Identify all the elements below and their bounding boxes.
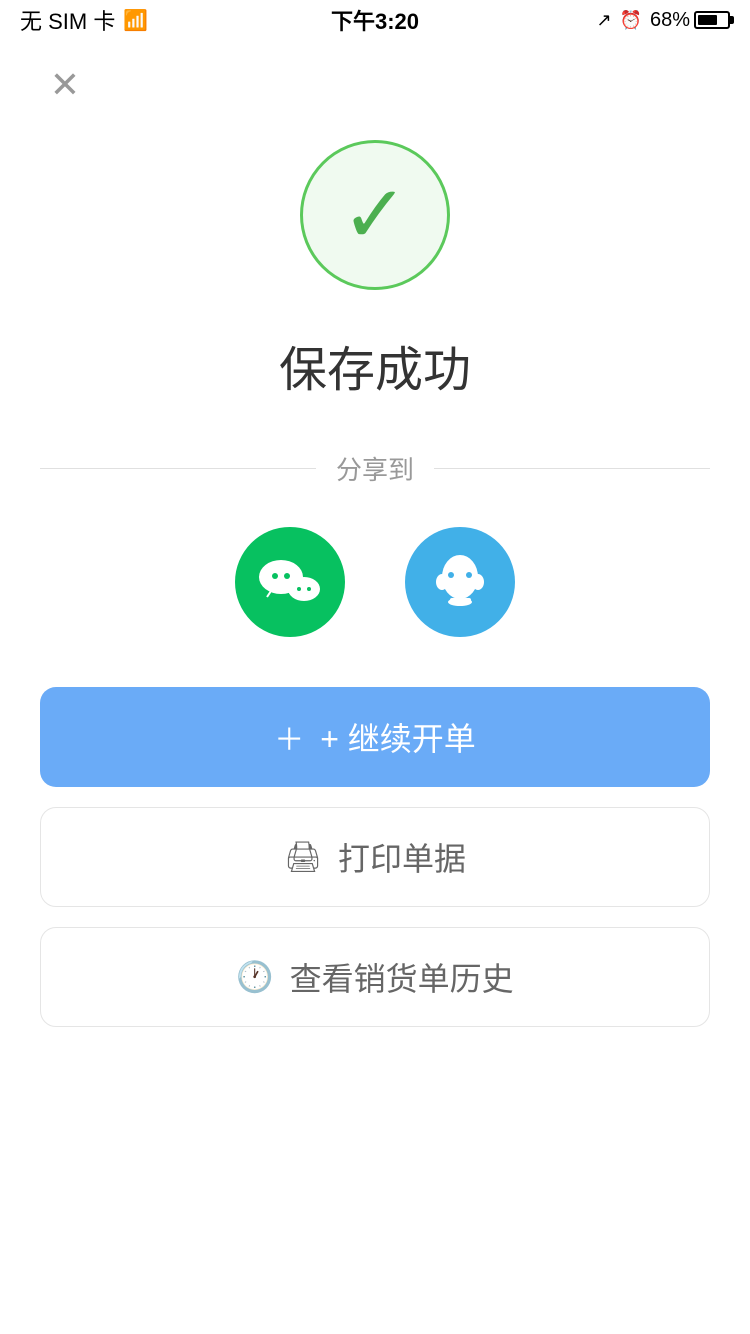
status-left: 无 SIM 卡 📶	[20, 4, 148, 36]
printer-icon: 🖨	[284, 840, 322, 875]
main-content: ✕ ✓ 保存成功 分享到	[0, 40, 750, 1334]
battery-percentage: 68%	[650, 9, 690, 32]
divider-line-left	[40, 468, 316, 469]
close-button[interactable]: ✕	[40, 60, 90, 110]
print-button[interactable]: 🖨 打印单据	[40, 807, 710, 907]
checkmark-icon: ✓	[341, 175, 408, 255]
print-label: 打印单据	[338, 834, 466, 880]
success-title: 保存成功	[279, 330, 471, 400]
divider-line-right	[434, 468, 710, 469]
battery-container: 68%	[650, 9, 730, 32]
actions-section: ＋ + 继续开单 🖨 打印单据 🕐 查看销货单历史	[40, 687, 710, 1027]
location-icon: ↗	[596, 10, 611, 31]
battery-icon	[694, 11, 730, 29]
clock-icon: 🕐	[236, 960, 273, 995]
wechat-icon	[255, 547, 325, 617]
status-time: 下午3:20	[331, 4, 419, 36]
alarm-icon: ⏰	[620, 10, 642, 31]
share-label: 分享到	[336, 450, 414, 487]
wifi-icon: 📶	[123, 8, 148, 33]
plus-icon: ＋	[274, 715, 304, 759]
success-circle: ✓	[300, 140, 450, 290]
qq-icon	[428, 550, 493, 615]
share-section: 分享到	[40, 450, 710, 637]
continue-button[interactable]: ＋ + 继续开单	[40, 687, 710, 787]
share-icons	[235, 527, 515, 637]
close-icon: ✕	[50, 67, 80, 103]
qq-share-button[interactable]	[405, 527, 515, 637]
sim-label: 无 SIM 卡	[20, 4, 115, 36]
continue-label: + 继续开单	[320, 714, 476, 760]
history-button[interactable]: 🕐 查看销货单历史	[40, 927, 710, 1027]
wechat-share-button[interactable]	[235, 527, 345, 637]
share-divider: 分享到	[40, 450, 710, 487]
status-bar: 无 SIM 卡 📶 下午3:20 ↗ ⏰ 68%	[0, 0, 750, 40]
status-right: ↗ ⏰ 68%	[596, 9, 730, 32]
history-label: 查看销货单历史	[290, 954, 514, 1000]
